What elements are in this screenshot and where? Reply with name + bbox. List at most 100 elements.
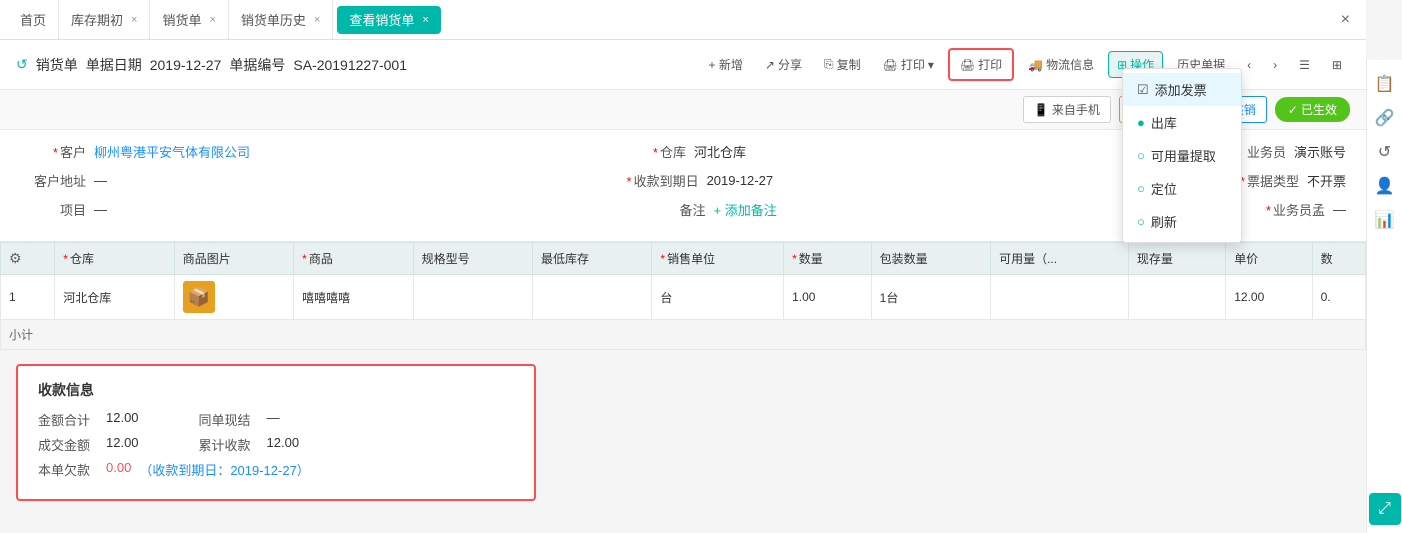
total-label: 金额合计 — [38, 410, 98, 429]
warehouse-label: 仓库 — [620, 142, 690, 161]
staff2-field: 业务员孟 — — [1259, 200, 1346, 219]
from-phone-button[interactable]: 📱 来自手机 — [1023, 96, 1111, 123]
tab-sales[interactable]: 销货单 × — [150, 0, 228, 39]
staff2-label: 业务员孟 — [1259, 200, 1329, 219]
tab-bar: 首页 库存期初 × 销货单 × 销货单历史 × 查看销货单 × × — [0, 0, 1366, 40]
due-date-value: 2019-12-27 — [707, 173, 774, 188]
verified-button[interactable]: ✓ 已生效 — [1275, 97, 1350, 122]
due-date-label: 收款到期日 — [627, 171, 703, 190]
row-quantity: 1.00 — [784, 275, 872, 320]
doc-date-value: 2019-12-27 — [150, 57, 222, 73]
col-gear[interactable]: ⚙ — [1, 243, 55, 275]
row-image: 📦 — [174, 275, 293, 320]
radio-icon-refresh: ○ — [1137, 214, 1145, 229]
row-product: 嘻嘻嘻嘻 — [294, 275, 413, 320]
tab-home[interactable]: 首页 — [8, 0, 59, 39]
customer-field: 客户 柳州粤港平安气体有限公司 — [20, 142, 620, 161]
sidebar-icon-user[interactable]: 👤 — [1369, 170, 1401, 202]
view1-button[interactable]: ☰ — [1291, 54, 1318, 76]
col-warehouse: 仓库 — [55, 243, 174, 275]
row-current — [1128, 275, 1225, 320]
toolbar: + 新增 ↗ 分享 ⎘ 复制 🖨 打印 ▾ 🖨 打印 — [701, 48, 1350, 81]
sidebar-icon-chart[interactable]: 📊 — [1369, 204, 1401, 236]
view2-button[interactable]: ⊞ — [1324, 54, 1350, 76]
row-unit: 台 — [652, 275, 784, 320]
warehouse-value: 河北仓库 — [694, 142, 746, 161]
subtotal-label: 小计 — [1, 320, 1366, 350]
project-field: 项目 — — [20, 200, 640, 219]
address-label: 客户地址 — [20, 171, 90, 190]
row-amount: 0. — [1312, 275, 1365, 320]
tab-inventory[interactable]: 库存期初 × — [59, 0, 150, 39]
tab-sales-history[interactable]: 销货单历史 × — [229, 0, 333, 39]
new-button[interactable]: + 新增 — [701, 52, 751, 77]
ticket-type-value: 不开票 — [1307, 171, 1346, 190]
transaction-label: 成交金额 — [38, 435, 98, 454]
tab-sales-label: 销货单 — [162, 10, 201, 29]
staff2-value: — — [1333, 202, 1346, 217]
row-package: 1台 — [871, 275, 990, 320]
settlement-label: 同单现结 — [199, 410, 259, 429]
settlement-value: — — [267, 410, 280, 429]
col-current: 现存量 — [1128, 243, 1225, 275]
sidebar-icon-doc[interactable]: 📋 — [1369, 68, 1401, 100]
print-button[interactable]: 🖨 打印 ▾ — [875, 52, 942, 77]
copy-button[interactable]: ⎘ 复制 — [816, 52, 869, 77]
total-value: 12.00 — [106, 410, 139, 429]
subtotal-row: 小计 — [1, 320, 1366, 350]
tab-view-sales[interactable]: 查看销货单 × — [337, 6, 440, 34]
col-min-stock: 最低库存 — [532, 243, 651, 275]
tab-inventory-close[interactable]: × — [131, 14, 137, 26]
accumulated-label: 累计收款 — [199, 435, 259, 454]
col-available: 可用量（... — [991, 243, 1129, 275]
dropdown-label-available: 可用量提取 — [1151, 146, 1216, 165]
dropdown-item-refresh[interactable]: ○ 刷新 — [1123, 205, 1241, 238]
col-package: 包装数量 — [871, 243, 990, 275]
window-close-button[interactable]: × — [1333, 11, 1358, 29]
customer-value[interactable]: 柳州粤港平安气体有限公司 — [94, 142, 250, 161]
col-quantity: 数量 — [784, 243, 872, 275]
dropdown-item-outbound[interactable]: ● 出库 — [1123, 106, 1241, 139]
col-product: 商品 — [294, 243, 413, 275]
col-unit: 销售单位 — [652, 243, 784, 275]
row-spec — [413, 275, 532, 320]
tab-view-sales-close[interactable]: × — [422, 14, 428, 26]
dropdown-item-locate[interactable]: ○ 定位 — [1123, 172, 1241, 205]
dropdown-label-invoice: 添加发票 — [1155, 80, 1207, 99]
gear-icon: ⚙ — [9, 250, 22, 266]
doc-number-label: 单据编号 — [229, 55, 285, 75]
address-field: 客户地址 — — [20, 171, 627, 190]
dropdown-item-invoice[interactable]: ☑ 添加发票 — [1123, 73, 1241, 106]
table-scroll[interactable]: ⚙ 仓库 商品图片 商品 规格型号 最低库存 销售单位 数量 包装数量 可用量（… — [0, 242, 1366, 350]
share-button[interactable]: ↗ 分享 — [757, 52, 810, 77]
phone-icon: 📱 — [1034, 103, 1049, 117]
payment-row-1: 金额合计 12.00 同单现结 — — [38, 410, 514, 429]
doc-date-label: 单据日期 — [86, 55, 142, 75]
dropdown-label-refresh: 刷新 — [1151, 212, 1177, 231]
balance-label: 本单欠款 — [38, 460, 98, 479]
payment-row-2: 成交金额 12.00 累计收款 12.00 — [38, 435, 514, 454]
nav-right-button[interactable]: › — [1265, 54, 1285, 76]
nav-left-button[interactable]: ‹ — [1239, 54, 1259, 76]
radio-icon-locate: ○ — [1137, 181, 1145, 196]
print-icon-h: 🖨 — [960, 58, 975, 72]
balance-field: 本单欠款 0.00 （收款到期日：2019-12-27） — [38, 460, 310, 479]
print-dropdown-icon: ▾ — [928, 58, 934, 72]
add-note-button[interactable]: + 添加备注 — [714, 200, 777, 219]
sidebar-icon-expand[interactable]: ⤢ — [1369, 493, 1401, 525]
row-index: 1 — [1, 275, 55, 320]
sidebar-icon-link[interactable]: 🔗 — [1369, 102, 1401, 134]
right-sidebar: 📋 🔗 ↺ 👤 📊 ⤢ — [1366, 60, 1402, 533]
project-label: 项目 — [20, 200, 90, 219]
print-icon: 🖨 — [883, 58, 898, 72]
sidebar-icon-refresh[interactable]: ↺ — [1369, 136, 1401, 168]
dropdown-item-available[interactable]: ○ 可用量提取 — [1123, 139, 1241, 172]
logistics-button[interactable]: 🚚 物流信息 — [1020, 52, 1102, 77]
project-value: — — [94, 202, 107, 217]
row-available — [991, 275, 1129, 320]
tab-sales-history-close[interactable]: × — [314, 14, 320, 26]
dropdown-label-locate: 定位 — [1151, 179, 1177, 198]
row-min-stock — [532, 275, 651, 320]
print-button-highlighted[interactable]: 🖨 打印 — [952, 52, 1010, 77]
tab-sales-close[interactable]: × — [209, 14, 215, 26]
